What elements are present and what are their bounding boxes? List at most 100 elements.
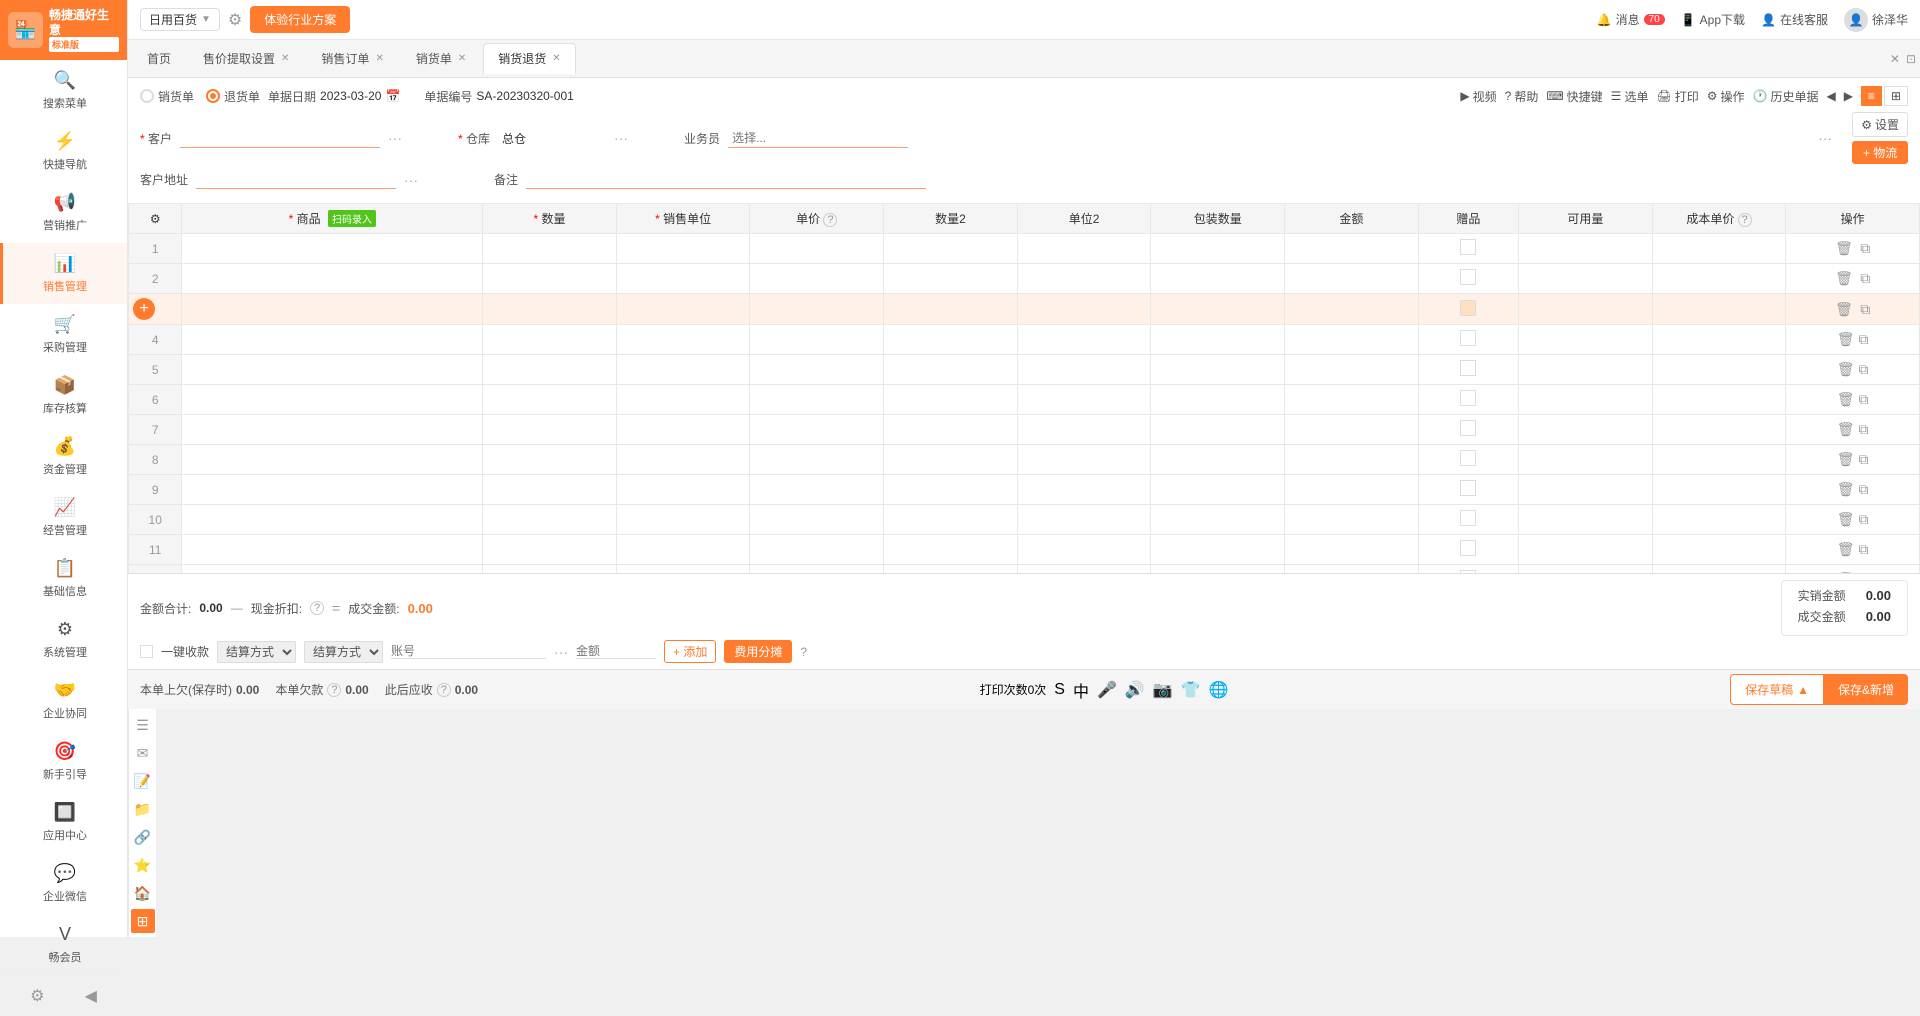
- discount-help-icon[interactable]: ?: [310, 601, 324, 615]
- sidebar-item-app-center[interactable]: 🔲 应用中心: [0, 792, 127, 853]
- delete-row-icon[interactable]: 🗑: [1837, 391, 1855, 407]
- add-expense-btn[interactable]: + 添加: [664, 640, 716, 663]
- rp-icon-1[interactable]: ☰: [131, 713, 155, 737]
- close-window-icon[interactable]: ✕: [1890, 52, 1900, 66]
- prev-doc-icon[interactable]: ◀: [1826, 89, 1835, 103]
- delete-row-icon[interactable]: 🗑: [1837, 511, 1855, 527]
- sidebar-settings-icon[interactable]: ⚙: [30, 986, 44, 1006]
- gift-cell[interactable]: [1418, 294, 1518, 325]
- amount-cell[interactable]: [1285, 234, 1419, 264]
- one-click-checkbox[interactable]: [140, 645, 153, 658]
- debt-help-icon[interactable]: ?: [327, 683, 341, 697]
- expense-help-icon[interactable]: ?: [800, 645, 807, 659]
- copy-row-icon[interactable]: ⧉: [1859, 451, 1869, 467]
- tab-price-extract-close-icon[interactable]: ✕: [281, 53, 289, 64]
- gift-cell[interactable]: [1418, 234, 1518, 264]
- gift-checkbox[interactable]: [1460, 450, 1476, 466]
- amount-input[interactable]: [576, 644, 656, 659]
- settlement-select[interactable]: 结算方式: [217, 641, 296, 663]
- available-cell[interactable]: [1519, 264, 1653, 294]
- delete-row-icon[interactable]: 🗑: [1837, 481, 1855, 497]
- amount-cell[interactable]: [1285, 294, 1419, 325]
- add-logistics-btn[interactable]: + 物流: [1852, 141, 1908, 164]
- copy-row-icon[interactable]: ⧉: [1860, 270, 1870, 286]
- delete-row-icon[interactable]: 🗑: [1837, 451, 1855, 467]
- expense-split-btn[interactable]: 费用分摊: [724, 640, 792, 663]
- unit2-cell[interactable]: [1017, 234, 1151, 264]
- radio-invoice[interactable]: 销货单: [140, 88, 194, 105]
- app-download-btn[interactable]: 📱 App下载: [1681, 11, 1745, 28]
- qty2-cell[interactable]: [884, 264, 1018, 294]
- copy-row-icon[interactable]: ⧉: [1859, 331, 1869, 347]
- sidebar-item-collab[interactable]: 🤝 企业协同: [0, 670, 127, 731]
- delete-row-icon[interactable]: 🗑: [1837, 361, 1855, 377]
- tool4-icon[interactable]: 📷: [1153, 680, 1173, 700]
- sidebar-item-system[interactable]: ⚙ 系统管理: [0, 609, 127, 670]
- tab-sales-order-close-icon[interactable]: ✕: [375, 53, 383, 64]
- settings-btn[interactable]: ⚙ 设置: [1852, 112, 1908, 137]
- tool6-icon[interactable]: 🌐: [1209, 680, 1229, 700]
- product-input-active[interactable]: [186, 302, 478, 316]
- sidebar-item-marketing[interactable]: 📢 营销推广: [0, 182, 127, 243]
- delete-row-icon[interactable]: 🗑: [1835, 240, 1853, 256]
- sidebar-collapse-icon[interactable]: ◀: [85, 986, 97, 1006]
- gift-checkbox[interactable]: [1460, 420, 1476, 436]
- cost-cell[interactable]: [1652, 234, 1786, 264]
- calendar-icon[interactable]: 📅: [385, 89, 400, 103]
- receivable-help-icon[interactable]: ?: [437, 683, 451, 697]
- tab-sales-return-close-icon[interactable]: ✕: [552, 53, 560, 64]
- sidebar-item-sales[interactable]: 📊 销售管理: [0, 243, 127, 304]
- sidebar-item-operation[interactable]: 📈 经营管理: [0, 487, 127, 548]
- operate-btn[interactable]: ⚙ 操作: [1707, 88, 1745, 105]
- copy-row-icon[interactable]: ⧉: [1860, 301, 1870, 317]
- gift-checkbox[interactable]: [1460, 239, 1476, 255]
- salesperson-input[interactable]: [728, 129, 908, 148]
- delete-row-icon[interactable]: 🗑: [1837, 421, 1855, 437]
- pack-cell[interactable]: [1151, 294, 1285, 325]
- account-select-icon[interactable]: ···: [554, 644, 568, 660]
- sidebar-item-purchase[interactable]: 🛒 采购管理: [0, 304, 127, 365]
- online-service-btn[interactable]: 👤 在线客服: [1761, 11, 1828, 28]
- rp-icon-3[interactable]: 📝: [131, 769, 155, 793]
- gift-checkbox[interactable]: [1460, 300, 1476, 316]
- copy-row-icon[interactable]: ⧉: [1859, 481, 1869, 497]
- qty2-cell[interactable]: [884, 294, 1018, 325]
- gift-checkbox[interactable]: [1460, 269, 1476, 285]
- sidebar-item-basic-info[interactable]: 📋 基础信息: [0, 548, 127, 609]
- price-cell[interactable]: [750, 234, 884, 264]
- rp-icon-6[interactable]: ⭐: [131, 853, 155, 877]
- sidebar-item-member[interactable]: V 畅会员: [0, 914, 127, 975]
- gift-cell[interactable]: [1418, 264, 1518, 294]
- help-btn[interactable]: ? 帮助: [1505, 88, 1539, 105]
- unit2-cell[interactable]: [1017, 294, 1151, 325]
- add-row-btn[interactable]: +: [133, 298, 155, 320]
- select-order-btn[interactable]: ☰ 选单: [1611, 88, 1649, 105]
- history-btn[interactable]: 🕐 历史单据: [1752, 88, 1818, 105]
- note-input[interactable]: [526, 170, 926, 189]
- rp-icon-7[interactable]: 🏠: [131, 881, 155, 905]
- copy-row-icon[interactable]: ⧉: [1859, 511, 1869, 527]
- price-cell[interactable]: [750, 264, 884, 294]
- tab-sales-invoice-close-icon[interactable]: ✕: [458, 53, 466, 64]
- qty-cell[interactable]: [483, 294, 617, 325]
- available-cell[interactable]: [1519, 234, 1653, 264]
- copy-row-icon[interactable]: ⧉: [1859, 541, 1869, 557]
- gift-checkbox[interactable]: [1460, 330, 1476, 346]
- tab-price-extract[interactable]: 售价提取设置 ✕: [188, 43, 304, 74]
- grid-view-btn[interactable]: ⊞: [1884, 86, 1908, 106]
- pack-cell[interactable]: [1151, 234, 1285, 264]
- rp-icon-4[interactable]: 📁: [131, 797, 155, 821]
- calc-method-select[interactable]: 结算方式: [304, 641, 383, 663]
- gift-checkbox[interactable]: [1460, 480, 1476, 496]
- price-help-icon[interactable]: ?: [823, 213, 837, 227]
- tool3-icon[interactable]: 🔊: [1125, 680, 1145, 700]
- tab-sales-invoice[interactable]: 销货单 ✕: [401, 43, 481, 74]
- rp-icon-2[interactable]: ✉: [131, 741, 155, 765]
- gift-checkbox[interactable]: [1460, 360, 1476, 376]
- pack-cell[interactable]: [1151, 264, 1285, 294]
- rp-icon-5[interactable]: 🔗: [131, 825, 155, 849]
- qty-cell[interactable]: [483, 234, 617, 264]
- shortcut-btn[interactable]: ⌨ 快捷键: [1546, 88, 1602, 105]
- warehouse-select-icon[interactable]: ···: [614, 130, 628, 146]
- cost-help-icon[interactable]: ?: [1738, 213, 1752, 227]
